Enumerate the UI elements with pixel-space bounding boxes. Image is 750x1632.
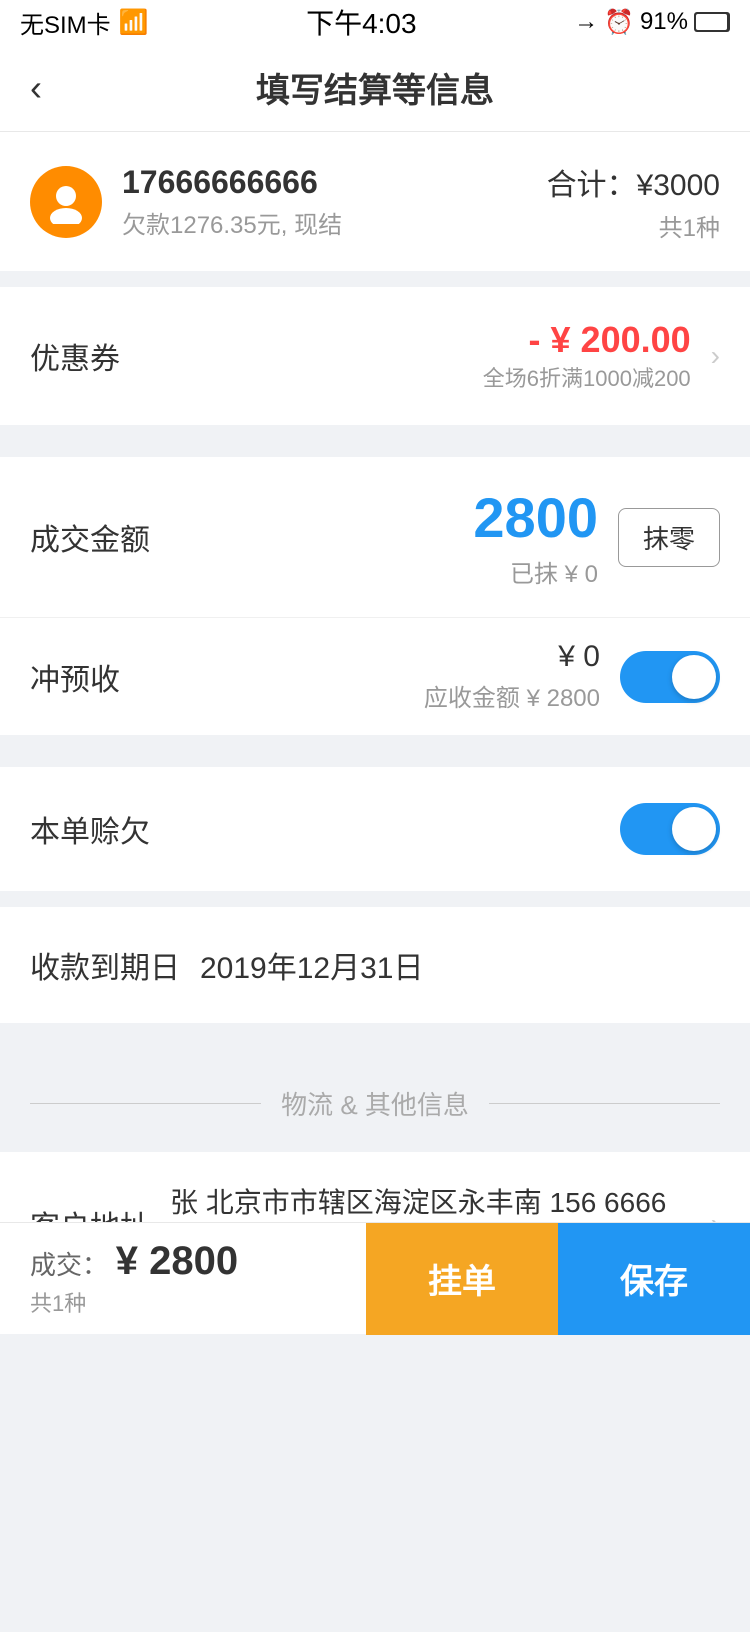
bottom-deal-count: 共1种	[30, 1286, 336, 1318]
coupon-value-col: - ¥ 200.00 全场6折满1000减200	[483, 319, 691, 393]
round-button[interactable]: 抹零	[618, 508, 720, 567]
precharge-row: 冲预收 ¥ 0 应收金额 ¥ 2800	[0, 618, 750, 735]
deal-sub-label: 已抹 ¥ 0	[473, 554, 598, 589]
precharge-main-value: ¥ 0	[424, 640, 600, 674]
duedate-row: 收款到期日 2019年12月31日	[0, 907, 750, 1023]
customer-right: 合计：¥3000 共1种	[547, 160, 720, 243]
bottom-info: 成交： ¥ 2800 共1种	[0, 1239, 366, 1318]
location-icon: →	[574, 8, 598, 36]
customer-desc: 欠款1276.35元, 现结	[122, 205, 342, 240]
save-button[interactable]: 保存	[558, 1223, 750, 1335]
page-title: 填写结算等信息	[256, 63, 494, 112]
coupon-right: - ¥ 200.00 全场6折满1000减200 ›	[483, 319, 720, 393]
debt-toggle[interactable]	[620, 803, 720, 855]
debt-section: 本单赊欠	[0, 767, 750, 891]
divider-label-row: 物流 & 其他信息	[0, 1075, 750, 1132]
deal-value-col: 2800 已抹 ¥ 0	[473, 485, 598, 589]
alarm-icon: ⏰	[604, 8, 634, 37]
coupon-section: 优惠券 - ¥ 200.00 全场6折满1000减200 ›	[0, 287, 750, 425]
precharge-label: 冲预收	[30, 655, 120, 699]
divider-section: 物流 & 其他信息	[0, 1055, 750, 1152]
status-right: → ⏰ 91%	[574, 8, 730, 37]
hold-button[interactable]: 挂单	[366, 1223, 558, 1335]
toggle-knob	[672, 655, 716, 699]
coupon-row[interactable]: 优惠券 - ¥ 200.00 全场6折满1000减200 ›	[0, 287, 750, 425]
duedate-value: 2019年12月31日	[200, 943, 423, 987]
customer-left: 17666666666 欠款1276.35元, 现结	[30, 164, 342, 240]
bottom-deal-amount: ¥ 2800	[116, 1239, 238, 1283]
debt-toggle-knob	[672, 807, 716, 851]
amount-section: 成交金额 2800 已抹 ¥ 0 抹零 冲预收 ¥ 0 应收金额 ¥ 2800	[0, 457, 750, 735]
debt-label: 本单赊欠	[30, 807, 150, 851]
precharge-right: ¥ 0 应收金额 ¥ 2800	[424, 640, 720, 713]
duedate-label: 收款到期日	[30, 943, 180, 987]
battery-icon	[694, 12, 730, 32]
main-content: 17666666666 欠款1276.35元, 现结 合计：¥3000 共1种 …	[0, 132, 750, 1632]
sim-status: 无SIM卡	[20, 5, 111, 40]
total-amount: 合计：¥3000	[547, 160, 720, 204]
gray-tall-spacer	[0, 1312, 750, 1512]
gray-spacer-2	[0, 751, 750, 767]
nav-bar: ‹ 填写结算等信息	[0, 44, 750, 132]
status-left: 无SIM卡 📶	[20, 5, 149, 40]
customer-card: 17666666666 欠款1276.35元, 现结 合计：¥3000 共1种	[0, 132, 750, 271]
bottom-deal-label: 成交：	[30, 1250, 108, 1280]
customer-phone: 17666666666	[122, 164, 342, 201]
wifi-icon: 📶	[119, 8, 149, 37]
coupon-label: 优惠券	[30, 334, 120, 378]
coupon-value: - ¥ 200.00	[483, 319, 691, 361]
bottom-deal-row: 成交： ¥ 2800	[30, 1239, 336, 1284]
gray-spacer-3	[0, 1039, 750, 1055]
battery-percent: 91%	[640, 8, 688, 36]
precharge-sub-value: 应收金额 ¥ 2800	[424, 678, 600, 713]
precharge-values: ¥ 0 应收金额 ¥ 2800	[424, 640, 600, 713]
customer-info: 17666666666 欠款1276.35元, 现结	[122, 164, 342, 240]
deal-amount-value: 2800	[473, 485, 598, 550]
chevron-right-icon: ›	[711, 340, 720, 372]
avatar	[30, 166, 102, 238]
duedate-section: 收款到期日 2019年12月31日	[0, 907, 750, 1023]
coupon-desc: 全场6折满1000减200	[483, 361, 691, 393]
divider-text: 物流 & 其他信息	[281, 1085, 469, 1122]
divider-line-left	[30, 1103, 261, 1104]
debt-row: 本单赊欠	[0, 767, 750, 891]
deal-right-group: 2800 已抹 ¥ 0 抹零	[473, 485, 720, 589]
deal-label: 成交金额	[30, 515, 150, 559]
deal-amount-row: 成交金额 2800 已抹 ¥ 0 抹零	[0, 457, 750, 618]
status-bar: 无SIM卡 📶 下午4:03 → ⏰ 91%	[0, 0, 750, 44]
divider-line-right	[489, 1103, 720, 1104]
back-button[interactable]: ‹	[30, 67, 42, 109]
gray-spacer-1	[0, 441, 750, 457]
status-time: 下午4:03	[306, 2, 417, 42]
avatar-icon	[44, 180, 88, 224]
bottom-bar: 成交： ¥ 2800 共1种 挂单 保存	[0, 1222, 750, 1334]
precharge-toggle[interactable]	[620, 651, 720, 703]
total-count: 共1种	[547, 208, 720, 243]
